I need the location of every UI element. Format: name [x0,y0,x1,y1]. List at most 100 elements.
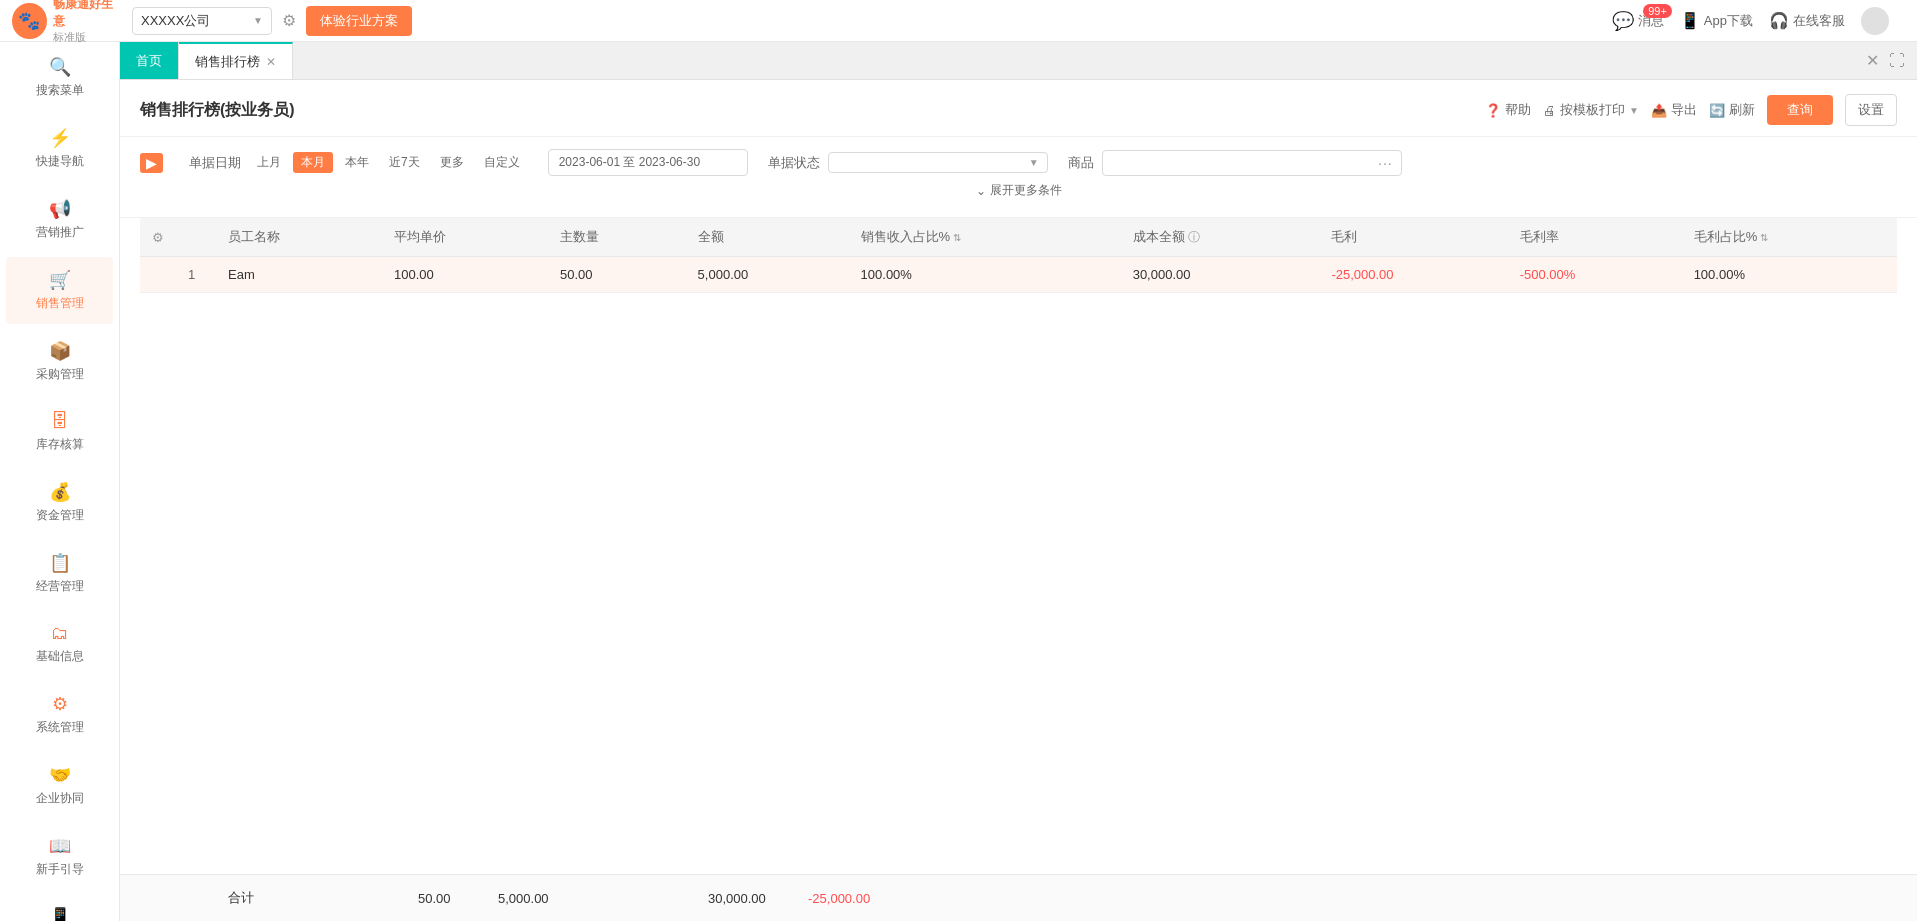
cell-main-qty: 50.00 [548,257,686,293]
date-opt-custom[interactable]: 自定义 [476,152,528,173]
print-arrow-icon: ▼ [1629,105,1639,116]
sales-pct-sort-icon[interactable]: ⇅ [953,232,961,243]
export-label: 导出 [1671,101,1697,119]
sidebar-label-system: 系统管理 [36,719,84,736]
footer-cell-gross-rate [896,894,976,902]
footer-cell-main-qty: 50.00 [406,887,486,910]
sidebar-item-system[interactable]: ⚙ 系统管理 [6,681,113,748]
logo-icon: 🐾 [12,3,47,39]
table-footer: 合计 50.00 5,000.00 30,000.00 -25,000.00 [120,874,1917,921]
collapse-arrow-icon: ▶ [140,153,163,173]
col-main-qty: 主数量 [548,218,686,257]
sidebar-item-search[interactable]: 🔍 搜索菜单 [6,44,113,111]
marketing-icon: 📢 [49,198,71,220]
date-label: 单据日期 [189,154,241,172]
cell-name: Eam [216,257,382,293]
sidebar-item-inventory[interactable]: 🗄 库存核算 [6,399,113,465]
sales-icon: 🛒 [49,269,71,291]
sidebar-label-basics: 基础信息 [36,648,84,665]
filter-collapse-btn[interactable]: ▶ [140,153,163,173]
message-badge: 99+ [1643,4,1672,18]
template-print-btn[interactable]: 🖨 按模板打印 ▼ [1543,101,1639,119]
date-opt-last-month[interactable]: 上月 [249,152,289,173]
cell-avg-price: 100.00 [382,257,548,293]
logo-text: 畅康通好生意 [53,0,122,30]
tab-bar-expand-icon[interactable]: ⛶ [1889,52,1905,70]
sidebar-item-apps[interactable]: 📱 应用中心 [6,894,113,921]
footer-cell-label: 合计 [216,885,316,911]
date-options: 上月 本月 本年 近7天 更多 自定义 [249,152,528,173]
goods-label: 商品 [1068,154,1094,172]
settings-icon[interactable]: ⚙ [282,11,296,30]
sidebar-label-purchase: 采购管理 [36,366,84,383]
table-row: 1 Eam 100.00 50.00 5,000.00 100.00% 30,0… [140,257,1897,293]
sidebar-item-basics[interactable]: 🗂 基础信息 [6,611,113,677]
sidebar-item-guide[interactable]: 📖 新手引导 [6,823,113,890]
footer-cell-amount: 5,000.00 [486,887,586,910]
sidebar-item-operations[interactable]: 📋 经营管理 [6,540,113,607]
purchase-icon: 📦 [49,340,71,362]
help-label: 帮助 [1505,101,1531,119]
sidebar-item-collab[interactable]: 🤝 企业协同 [6,752,113,819]
settings-button[interactable]: 设置 [1845,94,1897,126]
app-download[interactable]: 📱 App下载 [1680,11,1753,30]
goods-more-icon: ··· [1378,155,1393,171]
date-range-input[interactable]: 2023-06-01 至 2023-06-30 [548,149,748,176]
sidebar-label-operations: 经营管理 [36,578,84,595]
col-name: 员工名称 [216,218,382,257]
export-btn[interactable]: 📤 导出 [1651,101,1697,119]
help-icon: ❓ [1485,103,1501,118]
tab-bar: 首页 销售排行榜 ✕ ✕ ⛶ [120,42,1917,80]
gross-pct-sort-icon[interactable]: ⇅ [1760,232,1768,243]
table-settings-icon[interactable]: ⚙ [152,230,164,245]
col-gross-pct: 毛利占比% ⇅ [1682,218,1897,257]
date-opt-more[interactable]: 更多 [432,152,472,173]
sidebar-item-finance[interactable]: 💰 资金管理 [6,469,113,536]
company-selector[interactable]: XXXXX公司 ▼ [132,7,272,35]
cell-gross-pct: 100.00% [1682,257,1897,293]
sidebar-item-purchase[interactable]: 📦 采购管理 [6,328,113,395]
date-opt-7days[interactable]: 近7天 [381,152,428,173]
app-download-label: App下载 [1704,12,1753,30]
company-name: XXXXX公司 [141,12,247,30]
goods-select[interactable]: ··· [1102,150,1402,176]
sidebar-item-sales[interactable]: 🛒 销售管理 [6,257,113,324]
tab-close-icon[interactable]: ✕ [266,55,276,69]
cell-cost: 30,000.00 [1121,257,1320,293]
online-service[interactable]: 🎧 在线客服 [1769,11,1845,30]
finance-icon: 💰 [49,481,71,503]
operations-icon: 📋 [49,552,71,574]
sidebar-label-search: 搜索菜单 [36,82,84,99]
message-area[interactable]: 💬 消息 99+ [1612,10,1664,32]
refresh-btn[interactable]: 🔄 刷新 [1709,101,1755,119]
cell-settings [140,257,176,293]
expand-label: 展开更多条件 [990,182,1062,199]
avatar[interactable] [1861,7,1889,35]
trial-button[interactable]: 体验行业方案 [306,6,412,36]
date-opt-this-year[interactable]: 本年 [337,152,377,173]
tab-bar-close-icon[interactable]: ✕ [1866,51,1879,70]
sidebar-label-marketing: 营销推广 [36,224,84,241]
sidebar-item-shortcut[interactable]: ⚡ 快捷导航 [6,115,113,182]
col-cost: 成本全额 ⓘ [1121,218,1320,257]
help-btn[interactable]: ❓ 帮助 [1485,101,1531,119]
export-icon: 📤 [1651,103,1667,118]
content-area: 首页 销售排行榜 ✕ ✕ ⛶ 销售排行榜(按业务员) [120,42,1917,921]
filter-area: ▶ 单据日期 上月 本月 本年 近7天 更多 自定义 [120,137,1917,218]
cell-rank: 1 [176,257,216,293]
sidebar-item-marketing[interactable]: 📢 营销推广 [6,186,113,253]
cost-info-icon[interactable]: ⓘ [1188,229,1200,246]
query-button[interactable]: 查询 [1767,95,1833,125]
goods-filter-group: 商品 ··· [1068,150,1402,176]
shortcut-icon: ⚡ [49,127,71,149]
sidebar-label-sales: 销售管理 [36,295,84,312]
table-container: ⚙ 员工名称 平均单价 主数量 全额 销售收入占比% [120,218,1917,874]
page-actions: ❓ 帮助 🖨 按模板打印 ▼ 📤 导出 🔄 [1485,94,1897,126]
tab-sales-ranking[interactable]: 销售排行榜 ✕ [179,42,293,79]
collab-icon: 🤝 [49,764,71,786]
sales-pct-header: 销售收入占比% ⇅ [861,228,962,246]
status-select[interactable]: ▼ [828,152,1048,173]
date-opt-this-month[interactable]: 本月 [293,152,333,173]
expand-conditions-btn[interactable]: ⌄ 展开更多条件 [976,182,1062,199]
tab-home[interactable]: 首页 [120,42,179,79]
